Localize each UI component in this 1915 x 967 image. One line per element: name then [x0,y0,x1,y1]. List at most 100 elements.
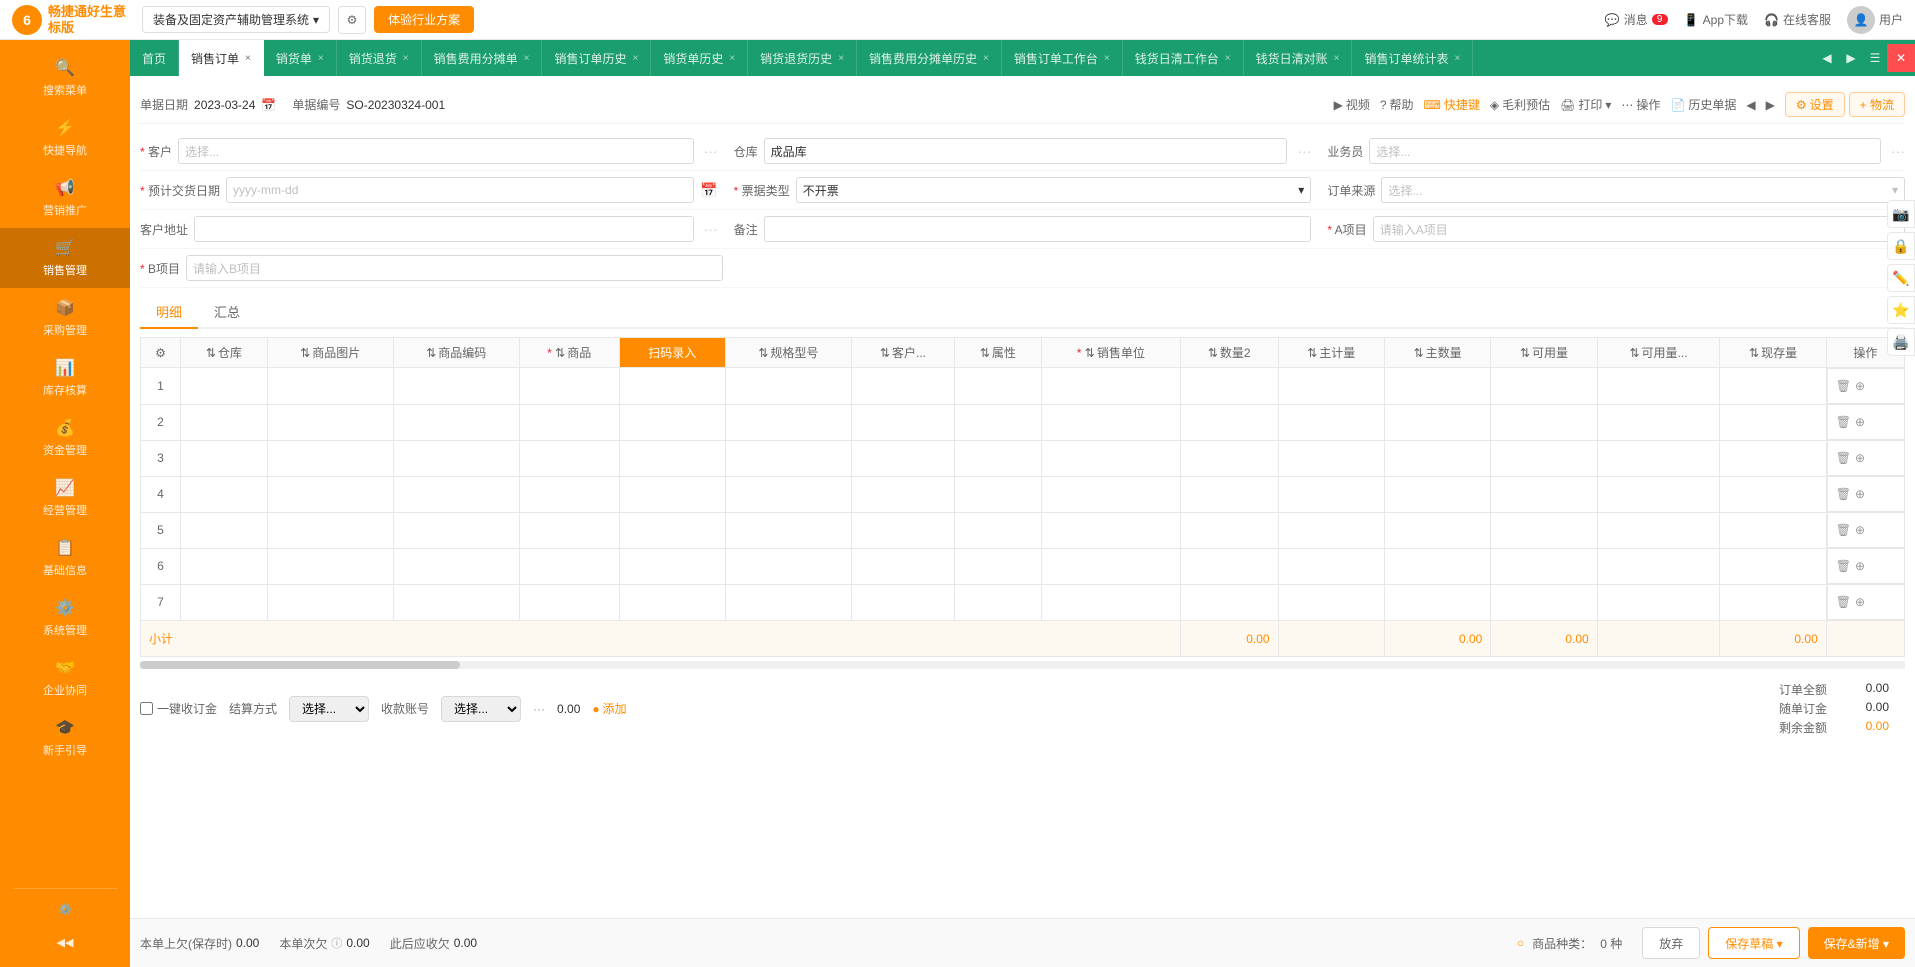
sidebar-item-enterprise[interactable]: 🤝 企业协同 [0,648,130,708]
tab-sales-order[interactable]: 销售订单 × [179,40,264,76]
tab-order-history[interactable]: 销售订单历史 × [542,40,651,76]
sidebar-item-guide[interactable]: 🎓 新手引导 [0,708,130,768]
th-available[interactable]: ⇅ 可用量 [1491,338,1597,368]
row-copy-icon[interactable]: ⊕ [1855,379,1865,393]
tab-invoice-history[interactable]: 销货单历史 × [651,40,748,76]
tab-close-icon[interactable]: × [983,53,989,64]
row-copy-icon[interactable]: ⊕ [1855,595,1865,609]
tab-close-icon[interactable]: × [403,53,409,64]
row-scan[interactable] [619,368,725,405]
row-delete-icon[interactable]: 🗑 [1836,595,1851,609]
settings-form-btn[interactable]: ⚙ 设置 [1785,92,1845,117]
th-main-unit[interactable]: ⇅ 主计量 [1278,338,1384,368]
th-settings[interactable]: ⚙ [141,338,181,368]
row-delete-icon[interactable]: 🗑 [1836,379,1851,393]
tab-detail[interactable]: 明细 [140,296,198,329]
row-available[interactable] [1491,368,1597,405]
calendar-icon[interactable]: 📅 [700,182,717,199]
row-delete-icon[interactable]: 🗑 [1836,487,1851,501]
right-tool-print[interactable]: 🖨️ [1887,328,1915,356]
sidebar-settings[interactable]: ⚙️ [0,893,130,926]
row-copy-icon[interactable]: ⊕ [1855,523,1865,537]
right-tool-edit[interactable]: ✏️ [1887,264,1915,292]
row-delete-icon[interactable]: 🗑 [1836,523,1851,537]
note-input[interactable] [764,216,1312,242]
warehouse-input[interactable]: 成品库 [764,138,1288,164]
tab-expense-history[interactable]: 销售费用分摊单历史 × [857,40,1002,76]
profit-btn[interactable]: ◈ 毛利预估 [1490,96,1550,113]
tab-menu-btn[interactable]: ☰ [1863,40,1887,76]
account-select[interactable]: 选择... [441,696,521,722]
save-new-button[interactable]: 保存&新增 ▾ [1808,927,1905,959]
row-warehouse[interactable] [181,368,268,405]
row-product[interactable] [519,368,619,405]
th-warehouse[interactable]: ⇅ 仓库 [181,338,268,368]
th-attr[interactable]: ⇅ 属性 [955,338,1042,368]
tab-next-btn[interactable]: ▶ [1839,40,1863,76]
row-attr[interactable] [955,368,1042,405]
sidebar-item-purchase[interactable]: 📦 采购管理 [0,288,130,348]
one-click-checkbox-label[interactable]: 一键收订金 [140,700,217,717]
app-download-item[interactable]: 📱 App下载 [1684,11,1748,28]
tab-order-workbench[interactable]: 销售订单工作台 × [1002,40,1123,76]
th-available2[interactable]: ⇅ 可用量... [1597,338,1720,368]
discard-button[interactable]: 放弃 [1642,927,1700,959]
tab-order-stats[interactable]: 销售订单统计表 × [1352,40,1473,76]
tab-close-icon[interactable]: × [524,53,530,64]
horizontal-scrollbar[interactable] [140,661,1905,669]
tab-close-icon[interactable]: × [1225,53,1231,64]
tab-close-icon[interactable]: × [1334,53,1340,64]
tab-close-icon[interactable]: × [245,53,251,64]
th-qty2[interactable]: ⇅ 数量2 [1180,338,1278,368]
th-current-qty[interactable]: ⇅ 现存量 [1720,338,1826,368]
calendar-icon[interactable]: 📅 [261,98,276,112]
addr-more-icon[interactable]: ··· [704,221,718,237]
shortcut-btn[interactable]: ⌨ 快捷键 [1424,96,1480,113]
sidebar-item-quick-nav[interactable]: ⚡ 快捷导航 [0,108,130,168]
row-product-code[interactable] [393,368,519,405]
order-source-select[interactable]: 选择... ▾ [1381,177,1905,203]
preview-btn[interactable]: ▶ 视频 [1334,96,1370,113]
right-tool-star[interactable]: ⭐ [1887,296,1915,324]
row-image[interactable] [267,368,393,405]
tab-cash-workbench[interactable]: 钱货日清工作台 × [1123,40,1244,76]
th-product-code[interactable]: ⇅ 商品编码 [393,338,519,368]
th-product[interactable]: ⇅ 商品 [519,338,619,368]
row-qty2[interactable] [1180,368,1278,405]
tab-close-icon[interactable]: × [729,53,735,64]
tab-summary[interactable]: 汇总 [198,296,256,329]
tab-close-all-btn[interactable]: ✕ [1887,44,1915,72]
invoice-type-select[interactable]: 不开票 ▾ [796,177,1312,203]
tab-close-icon[interactable]: × [632,53,638,64]
sidebar-item-sales[interactable]: 🛒 销售管理 [0,228,130,288]
salesperson-input[interactable]: 选择... [1369,138,1881,164]
tab-sales-invoice[interactable]: 销货单 × [264,40,337,76]
a-project-input[interactable]: 请输入A项目 [1373,216,1905,242]
sidebar-item-operations[interactable]: 📈 经营管理 [0,468,130,528]
row-spec[interactable] [725,368,851,405]
row-main-unit[interactable] [1278,368,1384,405]
app-selector[interactable]: 装备及固定资产辅助管理系统 ▾ [142,6,330,33]
sidebar-item-system[interactable]: ⚙️ 系统管理 [0,588,130,648]
one-click-checkbox[interactable] [140,702,153,715]
online-service-item[interactable]: 🎧 在线客服 [1764,11,1831,28]
tab-home[interactable]: 首页 [130,40,179,76]
th-main-qty[interactable]: ⇅ 主数量 [1384,338,1490,368]
sidebar-collapse[interactable]: ◀◀ [0,926,130,959]
customer-input[interactable]: 选择... [178,138,694,164]
tab-return-history[interactable]: 销货退货历史 × [748,40,857,76]
message-icon-item[interactable]: 💬 消息 9 [1605,11,1668,28]
expected-date-input[interactable]: yyyy-mm-dd [226,177,694,203]
row-delete-icon[interactable]: 🗑 [1836,415,1851,429]
user-item[interactable]: 👤 用户 [1847,6,1903,34]
save-draft-button[interactable]: 保存草稿 ▾ [1708,927,1799,959]
row-main-qty[interactable] [1384,368,1490,405]
industry-btn[interactable]: 体验行业方案 [374,6,474,33]
more-ops-btn[interactable]: ⋯ 操作 [1621,96,1660,113]
b-project-input[interactable]: 请输入B项目 [186,255,723,281]
th-image[interactable]: ⇅ 商品图片 [267,338,393,368]
th-customer-code[interactable]: ⇅ 客户... [851,338,954,368]
tab-close-icon[interactable]: × [1454,53,1460,64]
footer-dots[interactable]: ··· [533,702,545,716]
sidebar-item-search[interactable]: 🔍 搜索菜单 [0,48,130,108]
